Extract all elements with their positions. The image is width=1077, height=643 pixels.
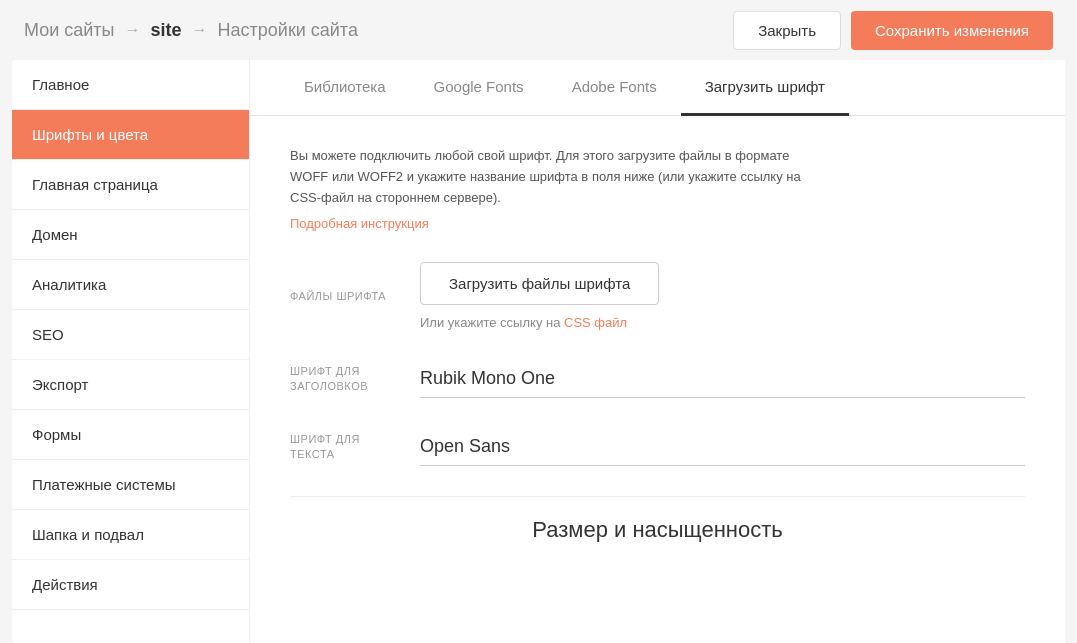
tabs: Библиотека Google Fonts Adobe Fonts Загр…: [250, 60, 1065, 116]
heading-font-row: ШРИФТ ДЛЯЗАГОЛОВКОВ: [290, 360, 1025, 398]
heading-font-input[interactable]: [420, 360, 1025, 398]
font-files-row: ФАЙЛЫ ШРИФТА Загрузить файлы шрифта Или …: [290, 262, 1025, 330]
upload-section: Загрузить файлы шрифта Или укажите ссылк…: [420, 262, 1025, 330]
font-files-label: ФАЙЛЫ ШРИФТА: [290, 289, 420, 304]
css-hint-text: Или укажите ссылку на: [420, 315, 560, 330]
main-layout: Главное Шрифты и цвета Главная страница …: [12, 60, 1065, 643]
content-area: Библиотека Google Fonts Adobe Fonts Загр…: [249, 60, 1065, 643]
header: Мои сайты → site → Настройки сайта Закры…: [0, 0, 1077, 60]
tab-library[interactable]: Библиотека: [280, 60, 410, 116]
breadcrumb-arrow-2: →: [192, 21, 208, 39]
text-font-input[interactable]: [420, 428, 1025, 466]
size-section-title: Размер и насыщенность: [290, 496, 1025, 543]
form-section: ФАЙЛЫ ШРИФТА Загрузить файлы шрифта Или …: [290, 262, 1025, 543]
breadcrumb-arrow-1: →: [125, 21, 141, 39]
close-button[interactable]: Закрыть: [733, 11, 841, 50]
save-button[interactable]: Сохранить изменения: [851, 11, 1053, 50]
text-font-label: ШРИФТ ДЛЯТЕКСТА: [290, 432, 420, 463]
text-font-row: ШРИФТ ДЛЯТЕКСТА: [290, 428, 1025, 466]
tab-adobe-fonts[interactable]: Adobe Fonts: [548, 60, 681, 116]
breadcrumb-my-sites[interactable]: Мои сайты: [24, 20, 115, 41]
tab-upload-font[interactable]: Загрузить шрифт: [681, 60, 849, 116]
sidebar-item-payments[interactable]: Платежные системы: [12, 460, 249, 510]
sidebar-item-fonts[interactable]: Шрифты и цвета: [12, 110, 249, 160]
sidebar-item-export[interactable]: Экспорт: [12, 360, 249, 410]
sidebar-item-domain[interactable]: Домен: [12, 210, 249, 260]
sidebar: Главное Шрифты и цвета Главная страница …: [12, 60, 249, 643]
info-link[interactable]: Подробная инструкция: [290, 216, 429, 231]
sidebar-item-analytics[interactable]: Аналитика: [12, 260, 249, 310]
sidebar-item-seo[interactable]: SEO: [12, 310, 249, 360]
breadcrumb-site[interactable]: site: [151, 20, 182, 41]
sidebar-item-header-footer[interactable]: Шапка и подвал: [12, 510, 249, 560]
heading-font-field: [420, 360, 1025, 398]
upload-hint: Или укажите ссылку на CSS файл: [420, 315, 627, 330]
heading-font-label: ШРИФТ ДЛЯЗАГОЛОВКОВ: [290, 364, 420, 395]
breadcrumb-settings: Настройки сайта: [218, 20, 358, 41]
breadcrumb: Мои сайты → site → Настройки сайта: [24, 20, 358, 41]
sidebar-item-home[interactable]: Главная страница: [12, 160, 249, 210]
info-text: Вы можете подключить любой свой шрифт. Д…: [290, 146, 810, 208]
sidebar-item-glavnoe[interactable]: Главное: [12, 60, 249, 110]
text-font-field: [420, 428, 1025, 466]
header-buttons: Закрыть Сохранить изменения: [733, 11, 1053, 50]
css-link[interactable]: CSS файл: [564, 315, 627, 330]
sidebar-item-forms[interactable]: Формы: [12, 410, 249, 460]
sidebar-item-actions[interactable]: Действия: [12, 560, 249, 610]
content-body: Вы можете подключить любой свой шрифт. Д…: [250, 116, 1065, 573]
tab-google-fonts[interactable]: Google Fonts: [410, 60, 548, 116]
upload-button[interactable]: Загрузить файлы шрифта: [420, 262, 659, 305]
